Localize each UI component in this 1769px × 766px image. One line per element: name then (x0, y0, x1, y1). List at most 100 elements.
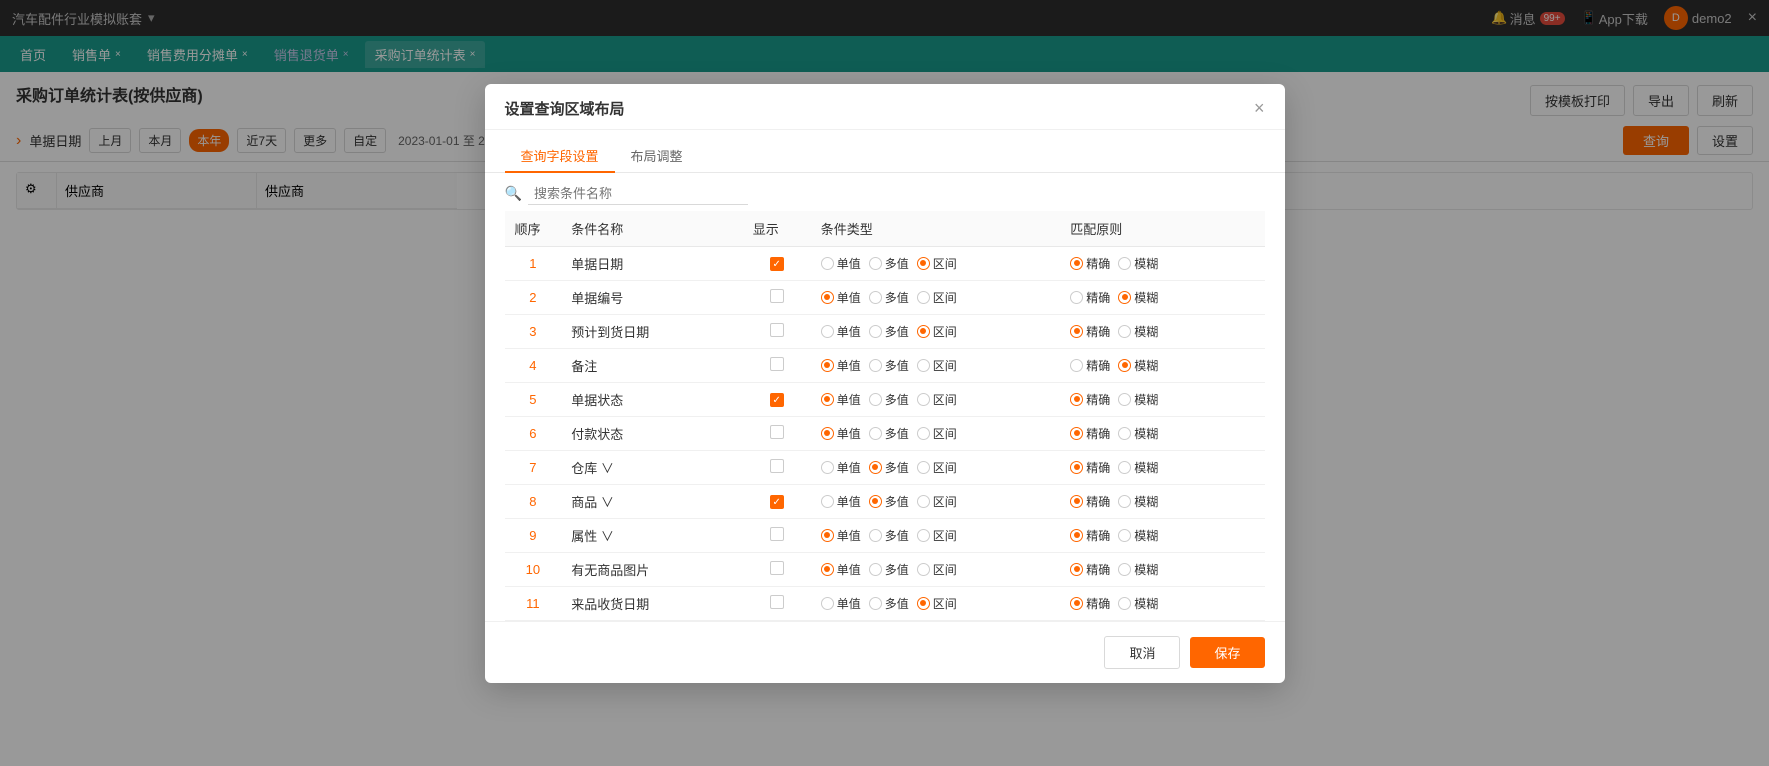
display-checkbox[interactable] (770, 561, 784, 575)
radio-type-multi[interactable]: 多值 (869, 391, 909, 408)
cell-type: 单值多值区间 (811, 518, 1061, 552)
display-checkbox[interactable] (770, 323, 784, 337)
display-checkbox[interactable] (770, 595, 784, 609)
radio-label: 多值 (885, 323, 909, 340)
display-checkbox[interactable]: ✓ (770, 495, 784, 509)
radio-match-exact[interactable]: 精确 (1070, 323, 1110, 340)
radio-circle (869, 529, 882, 542)
radio-match-exact[interactable]: 精确 (1070, 459, 1110, 476)
cell-display[interactable]: ✓ (743, 484, 811, 518)
radio-type-range[interactable]: 区间 (917, 493, 957, 510)
display-checkbox[interactable] (770, 459, 784, 473)
radio-match-fuzzy[interactable]: 模糊 (1118, 561, 1158, 578)
radio-match-exact[interactable]: 精确 (1070, 289, 1110, 306)
radio-match-exact[interactable]: 精确 (1070, 391, 1110, 408)
radio-match-exact[interactable]: 精确 (1070, 527, 1110, 544)
radio-match-fuzzy[interactable]: 模糊 (1118, 357, 1158, 374)
search-input[interactable] (528, 183, 748, 205)
radio-match-fuzzy[interactable]: 模糊 (1118, 289, 1158, 306)
radio-circle (869, 393, 882, 406)
radio-match-fuzzy[interactable]: 模糊 (1118, 595, 1158, 612)
radio-label: 模糊 (1134, 595, 1158, 612)
cell-match: 精确模糊 (1060, 416, 1264, 450)
radio-label: 单值 (837, 595, 861, 612)
radio-type-single[interactable]: 单值 (821, 323, 861, 340)
cell-display[interactable] (743, 280, 811, 314)
cell-display[interactable]: ✓ (743, 382, 811, 416)
radio-match-fuzzy[interactable]: 模糊 (1118, 323, 1158, 340)
radio-type-single[interactable]: 单值 (821, 391, 861, 408)
radio-type-range[interactable]: 区间 (917, 561, 957, 578)
radio-type-range[interactable]: 区间 (917, 595, 957, 612)
cell-display[interactable]: ✓ (743, 246, 811, 280)
radio-type-single[interactable]: 单值 (821, 425, 861, 442)
radio-match-exact[interactable]: 精确 (1070, 255, 1110, 272)
radio-type-range[interactable]: 区间 (917, 323, 957, 340)
display-checkbox[interactable] (770, 425, 784, 439)
cell-display[interactable] (743, 450, 811, 484)
radio-type-multi[interactable]: 多值 (869, 561, 909, 578)
radio-circle (917, 393, 930, 406)
modal-close-button[interactable]: × (1254, 98, 1265, 119)
radio-match-fuzzy[interactable]: 模糊 (1118, 493, 1158, 510)
radio-type-single[interactable]: 单值 (821, 289, 861, 306)
radio-match-exact[interactable]: 精确 (1070, 493, 1110, 510)
display-checkbox[interactable] (770, 289, 784, 303)
table-row: 4备注单值多值区间精确模糊 (505, 348, 1265, 382)
radio-type-multi[interactable]: 多值 (869, 493, 909, 510)
display-checkbox[interactable]: ✓ (770, 393, 784, 407)
radio-label: 精确 (1086, 255, 1110, 272)
display-checkbox[interactable] (770, 527, 784, 541)
radio-type-range[interactable]: 区间 (917, 255, 957, 272)
radio-type-single[interactable]: 单值 (821, 255, 861, 272)
save-button[interactable]: 保存 (1190, 637, 1264, 668)
tab-query-fields[interactable]: 查询字段设置 (505, 140, 615, 173)
radio-match-exact[interactable]: 精确 (1070, 357, 1110, 374)
radio-type-single[interactable]: 单值 (821, 357, 861, 374)
cell-order: 7 (505, 450, 562, 484)
display-checkbox[interactable]: ✓ (770, 257, 784, 271)
radio-match-exact[interactable]: 精确 (1070, 561, 1110, 578)
radio-type-multi[interactable]: 多值 (869, 255, 909, 272)
radio-match-fuzzy[interactable]: 模糊 (1118, 255, 1158, 272)
cell-display[interactable] (743, 552, 811, 586)
radio-match-exact[interactable]: 精确 (1070, 425, 1110, 442)
th-match: 匹配原则 (1060, 211, 1264, 247)
radio-type-range[interactable]: 区间 (917, 527, 957, 544)
radio-type-range[interactable]: 区间 (917, 459, 957, 476)
radio-type-multi[interactable]: 多值 (869, 595, 909, 612)
radio-circle (821, 529, 834, 542)
radio-type-multi[interactable]: 多值 (869, 289, 909, 306)
radio-match-fuzzy[interactable]: 模糊 (1118, 425, 1158, 442)
radio-match-fuzzy[interactable]: 模糊 (1118, 527, 1158, 544)
radio-type-range[interactable]: 区间 (917, 357, 957, 374)
cell-display[interactable] (743, 348, 811, 382)
radio-circle (869, 291, 882, 304)
cell-display[interactable] (743, 416, 811, 450)
type-radio-group: 单值多值区间 (821, 357, 1051, 374)
radio-type-multi[interactable]: 多值 (869, 357, 909, 374)
radio-type-single[interactable]: 单值 (821, 561, 861, 578)
radio-type-single[interactable]: 单值 (821, 459, 861, 476)
radio-match-exact[interactable]: 精确 (1070, 595, 1110, 612)
radio-type-single[interactable]: 单值 (821, 493, 861, 510)
radio-match-fuzzy[interactable]: 模糊 (1118, 459, 1158, 476)
radio-type-multi[interactable]: 多值 (869, 527, 909, 544)
radio-type-single[interactable]: 单值 (821, 595, 861, 612)
cell-order: 6 (505, 416, 562, 450)
cell-display[interactable] (743, 586, 811, 620)
radio-label: 区间 (933, 391, 957, 408)
tab-layout-adjust[interactable]: 布局调整 (615, 140, 699, 173)
radio-type-range[interactable]: 区间 (917, 425, 957, 442)
radio-type-range[interactable]: 区间 (917, 289, 957, 306)
radio-type-single[interactable]: 单值 (821, 527, 861, 544)
radio-type-multi[interactable]: 多值 (869, 425, 909, 442)
radio-type-multi[interactable]: 多值 (869, 323, 909, 340)
radio-type-range[interactable]: 区间 (917, 391, 957, 408)
cancel-button[interactable]: 取消 (1104, 636, 1180, 669)
cell-display[interactable] (743, 314, 811, 348)
display-checkbox[interactable] (770, 357, 784, 371)
radio-match-fuzzy[interactable]: 模糊 (1118, 391, 1158, 408)
radio-type-multi[interactable]: 多值 (869, 459, 909, 476)
cell-display[interactable] (743, 518, 811, 552)
